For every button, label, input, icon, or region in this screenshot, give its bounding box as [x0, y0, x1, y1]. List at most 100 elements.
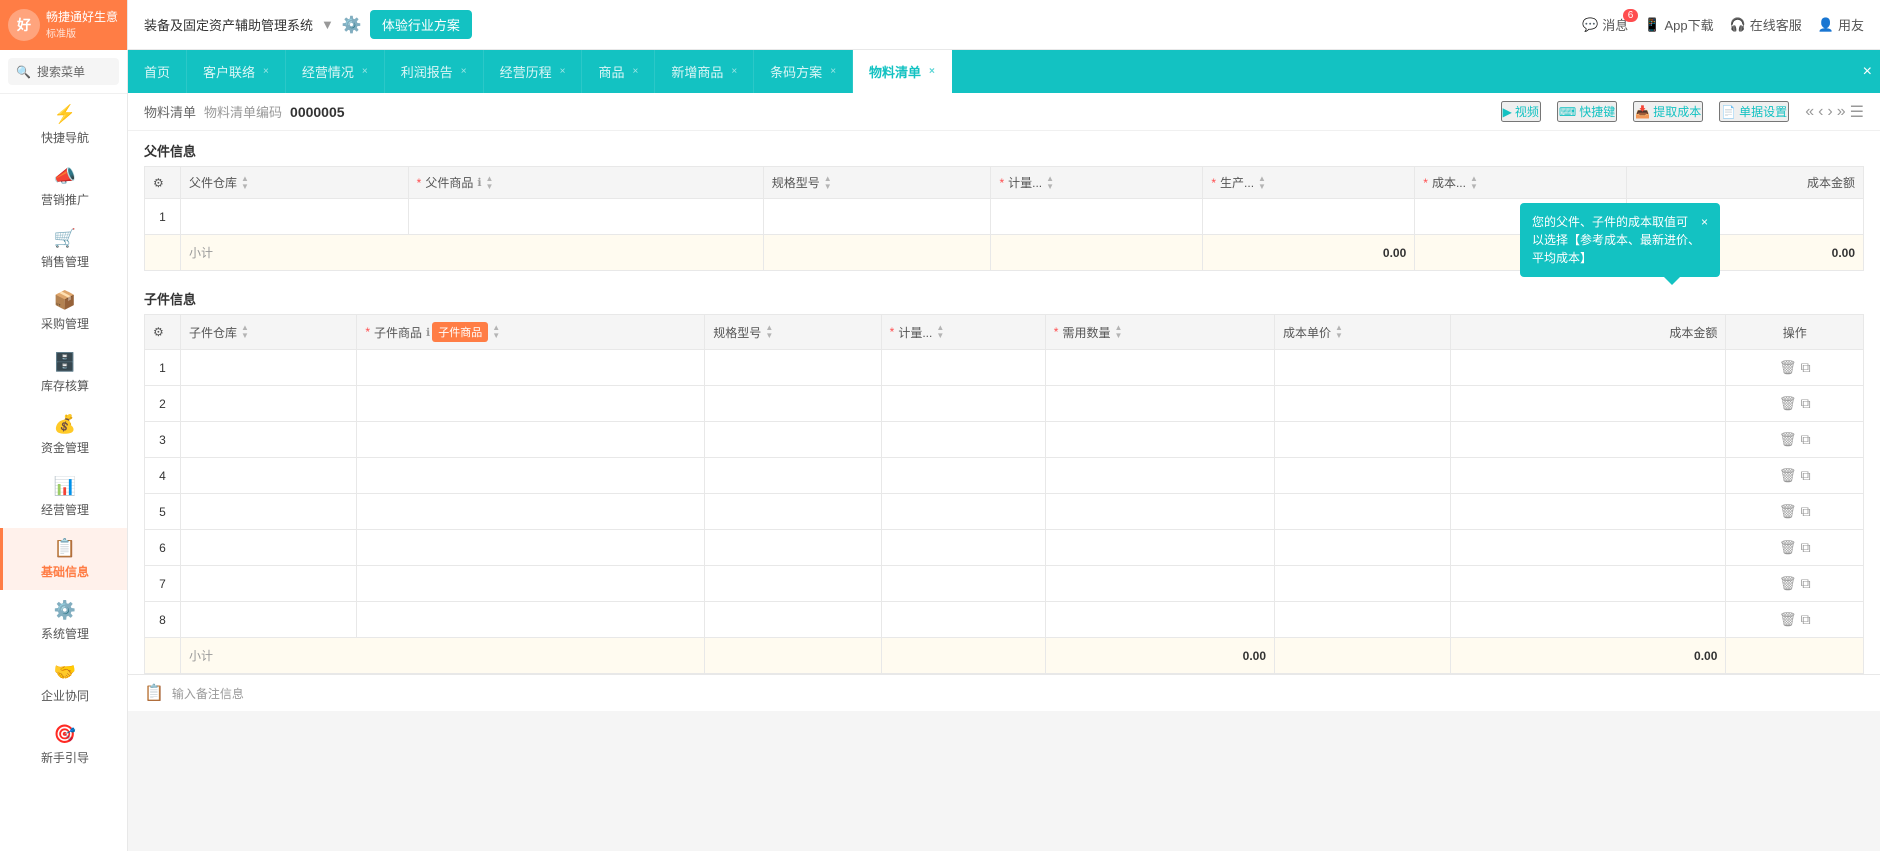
- copy-row-button[interactable]: ⧉: [1801, 539, 1811, 556]
- tab-profit[interactable]: 利润报告 ×: [385, 50, 484, 93]
- child-product-cell[interactable]: [357, 494, 705, 530]
- tab-history[interactable]: 经营历程 ×: [484, 50, 583, 93]
- child-unit-cost-cell[interactable]: [1275, 458, 1451, 494]
- settings-icon[interactable]: ⚙️: [342, 15, 362, 35]
- parent-production-cell[interactable]: [1203, 199, 1415, 235]
- copy-row-button[interactable]: ⧉: [1801, 575, 1811, 592]
- delete-row-button[interactable]: 🗑: [1779, 395, 1797, 412]
- child-unit-cell[interactable]: [881, 458, 1045, 494]
- child-warehouse-cell[interactable]: [181, 494, 357, 530]
- message-button[interactable]: 💬 6 消息: [1582, 15, 1628, 34]
- sort-icons[interactable]: ▲▼: [1258, 175, 1266, 191]
- copy-row-button[interactable]: ⧉: [1801, 467, 1811, 484]
- child-spec-cell[interactable]: [705, 350, 881, 386]
- sidebar-item-collab[interactable]: 🤝 企业协同: [0, 652, 127, 714]
- child-unit-cost-cell[interactable]: [1275, 602, 1451, 638]
- tab-home[interactable]: 首页: [128, 50, 187, 93]
- child-unit-cell[interactable]: [881, 566, 1045, 602]
- nav-prev-icon[interactable]: ‹: [1818, 103, 1823, 121]
- nav-next-icon[interactable]: ›: [1827, 103, 1832, 121]
- sort-icons[interactable]: ▲▼: [492, 324, 500, 340]
- child-spec-cell[interactable]: [705, 422, 881, 458]
- child-quantity-cell[interactable]: [1045, 350, 1274, 386]
- sort-icons[interactable]: ▲▼: [1335, 324, 1343, 340]
- tabs-close-all[interactable]: ×: [1855, 63, 1880, 81]
- child-spec-cell[interactable]: [705, 530, 881, 566]
- child-quantity-cell[interactable]: [1045, 494, 1274, 530]
- sidebar-item-purchase[interactable]: 📦 采购管理: [0, 280, 127, 342]
- nav-next-next-icon[interactable]: »: [1837, 103, 1846, 121]
- child-product-cell[interactable]: [357, 602, 705, 638]
- parent-product-info-icon[interactable]: ℹ: [477, 176, 481, 189]
- child-spec-cell[interactable]: [705, 494, 881, 530]
- delete-row-button[interactable]: 🗑: [1779, 503, 1797, 520]
- child-unit-cell[interactable]: [881, 386, 1045, 422]
- child-warehouse-cell[interactable]: [181, 458, 357, 494]
- sidebar-item-guide[interactable]: 🎯 新手引导: [0, 714, 127, 776]
- child-unit-cost-cell[interactable]: [1275, 350, 1451, 386]
- tab-bom-close[interactable]: ×: [929, 66, 935, 77]
- child-warehouse-cell[interactable]: [181, 602, 357, 638]
- child-product-cell[interactable]: [357, 350, 705, 386]
- child-warehouse-cell[interactable]: [181, 386, 357, 422]
- copy-row-button[interactable]: ⧉: [1801, 431, 1811, 448]
- sort-icons[interactable]: ▲▼: [936, 324, 944, 340]
- child-unit-cost-cell[interactable]: [1275, 386, 1451, 422]
- view-video-button[interactable]: ▶ 视频: [1501, 101, 1541, 122]
- tab-barcode[interactable]: 条码方案 ×: [754, 50, 853, 93]
- child-warehouse-cell[interactable]: [181, 530, 357, 566]
- child-quantity-cell[interactable]: [1045, 530, 1274, 566]
- parent-col-settings[interactable]: ⚙: [145, 167, 181, 199]
- sidebar-item-quicknav[interactable]: ⚡ 快捷导航: [0, 94, 127, 156]
- sort-icons[interactable]: ▲▼: [241, 175, 249, 191]
- child-unit-cell[interactable]: [881, 530, 1045, 566]
- tooltip-close-button[interactable]: ×: [1701, 213, 1708, 231]
- child-spec-cell[interactable]: [705, 566, 881, 602]
- parent-warehouse-cell[interactable]: [181, 199, 409, 235]
- extract-cost-button[interactable]: 📥 提取成本: [1633, 101, 1703, 122]
- tab-barcode-close[interactable]: ×: [830, 66, 836, 77]
- sort-icons[interactable]: ▲▼: [824, 175, 832, 191]
- single-settings-button[interactable]: 📄 单据设置: [1719, 101, 1789, 122]
- dropdown-icon[interactable]: ▼: [321, 17, 334, 32]
- child-product-cell[interactable]: [357, 422, 705, 458]
- sort-icons[interactable]: ▲▼: [241, 324, 249, 340]
- trial-button[interactable]: 体验行业方案: [370, 10, 472, 39]
- child-spec-cell[interactable]: [705, 458, 881, 494]
- sidebar-item-sales[interactable]: 🛒 销售管理: [0, 218, 127, 280]
- child-spec-cell[interactable]: [705, 602, 881, 638]
- child-warehouse-cell[interactable]: [181, 422, 357, 458]
- child-quantity-cell[interactable]: [1045, 422, 1274, 458]
- tab-new-product-close[interactable]: ×: [731, 66, 737, 77]
- child-product-cell[interactable]: [357, 458, 705, 494]
- child-unit-cost-cell[interactable]: [1275, 530, 1451, 566]
- tab-profit-close[interactable]: ×: [461, 66, 467, 77]
- sidebar-item-inventory[interactable]: 🗄️ 库存核算: [0, 342, 127, 404]
- tab-bom[interactable]: 物料清单 ×: [853, 50, 952, 93]
- copy-row-button[interactable]: ⧉: [1801, 395, 1811, 412]
- parent-spec-cell[interactable]: [763, 199, 991, 235]
- child-product-cell[interactable]: [357, 530, 705, 566]
- tab-products-close[interactable]: ×: [632, 66, 638, 77]
- sidebar-item-finance[interactable]: 💰 资金管理: [0, 404, 127, 466]
- child-product-info-icon[interactable]: ℹ: [426, 326, 430, 339]
- child-unit-cell[interactable]: [881, 494, 1045, 530]
- sort-icons[interactable]: ▲▼: [486, 175, 494, 191]
- tab-customers-close[interactable]: ×: [263, 66, 269, 77]
- child-unit-cell[interactable]: [881, 602, 1045, 638]
- parent-unit-cell[interactable]: [991, 199, 1203, 235]
- copy-row-button[interactable]: ⧉: [1801, 611, 1811, 628]
- tab-operations[interactable]: 经营情况 ×: [286, 50, 385, 93]
- child-unit-cost-cell[interactable]: [1275, 422, 1451, 458]
- sort-icons[interactable]: ▲▼: [1470, 175, 1478, 191]
- child-product-cell[interactable]: [357, 386, 705, 422]
- sort-icons[interactable]: ▲▼: [1114, 324, 1122, 340]
- tab-operations-close[interactable]: ×: [362, 66, 368, 77]
- child-quantity-cell[interactable]: [1045, 602, 1274, 638]
- child-warehouse-cell[interactable]: [181, 566, 357, 602]
- child-quantity-cell[interactable]: [1045, 566, 1274, 602]
- sidebar-item-marketing[interactable]: 📣 营销推广: [0, 156, 127, 218]
- sort-icons[interactable]: ▲▼: [765, 324, 773, 340]
- child-unit-cost-cell[interactable]: [1275, 494, 1451, 530]
- sidebar-item-ops[interactable]: 📊 经营管理: [0, 466, 127, 528]
